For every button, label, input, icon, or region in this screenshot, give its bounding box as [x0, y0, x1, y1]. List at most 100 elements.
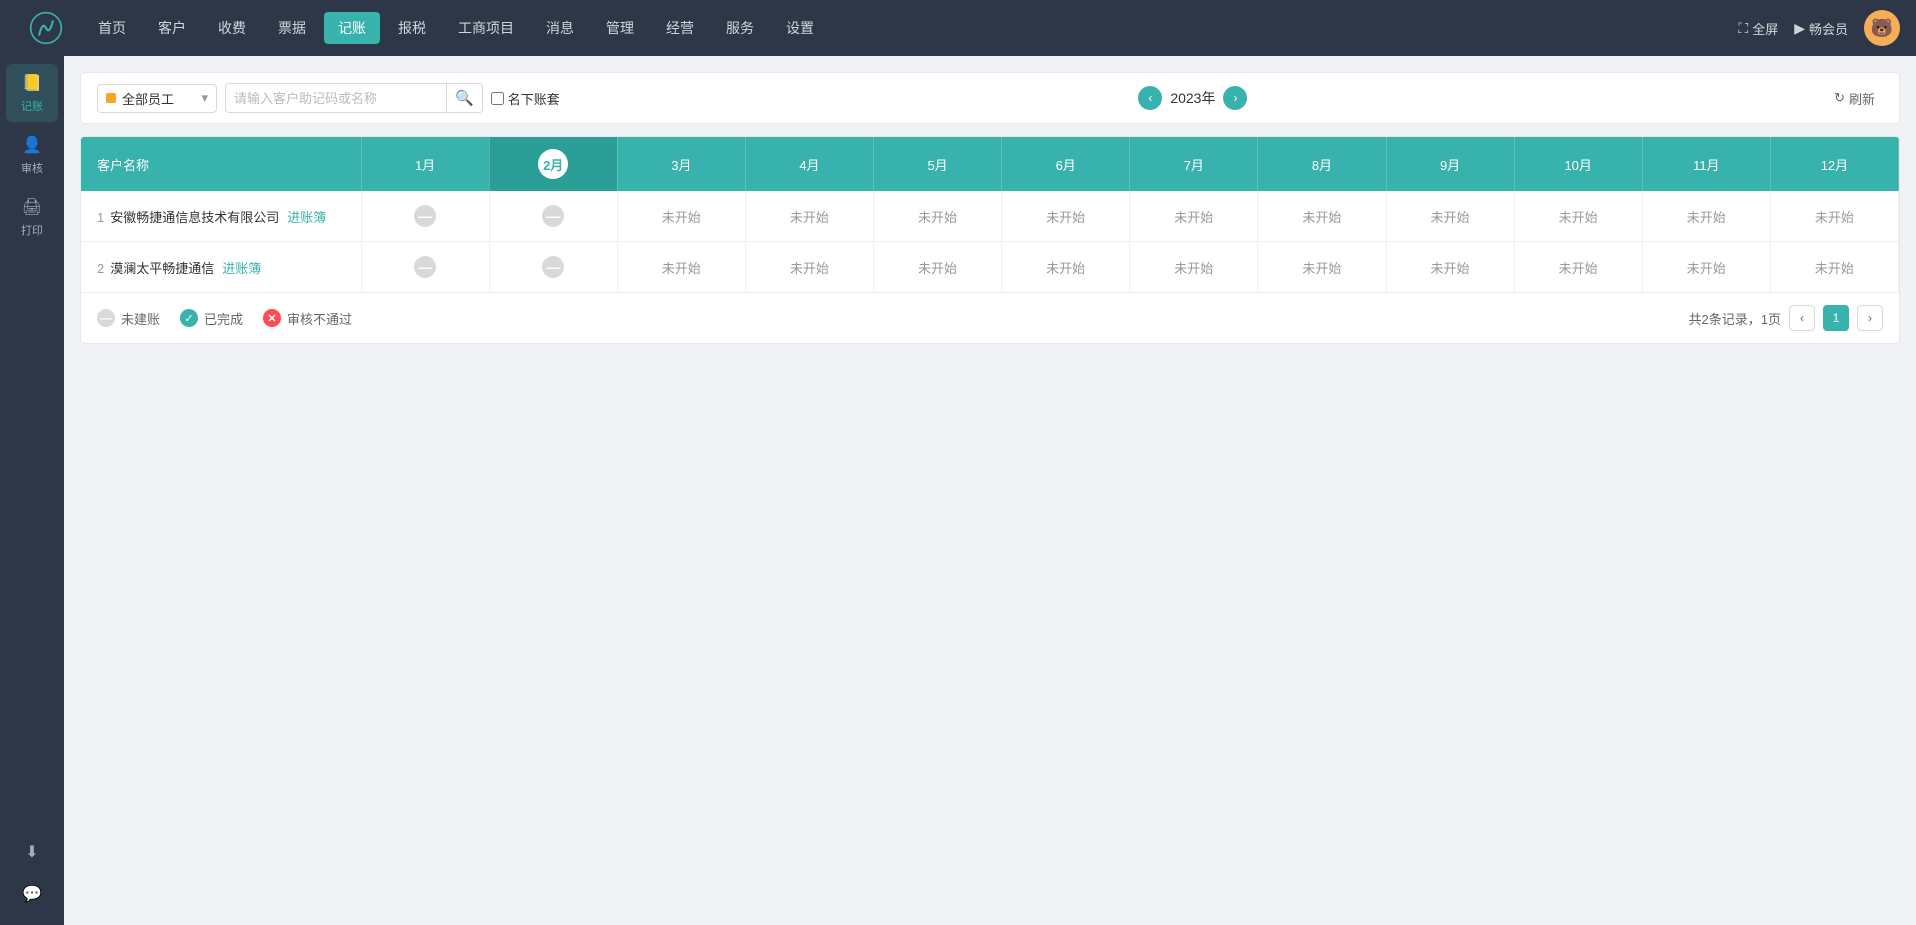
month-cell-3: 未开始: [617, 242, 745, 293]
sidebar-item-help[interactable]: 💬: [6, 875, 58, 913]
checkbox-text: 名下账套: [508, 89, 560, 108]
sidebar-label-print: 打印: [21, 222, 43, 238]
not-started-text: 未开始: [1815, 261, 1854, 276]
client-cell: 1安徽畅捷通信息技术有限公司进账簿: [81, 191, 361, 242]
sidebar-item-accounting[interactable]: 📒 记账: [6, 64, 58, 122]
checkbox-label[interactable]: 名下账套: [491, 89, 560, 108]
nav-message[interactable]: 消息: [532, 12, 588, 44]
table-header-row: 客户名称 1月 2月 3月 4月 5月 6月 7月 8月 9月 10月 11月 …: [81, 137, 1899, 191]
refresh-button[interactable]: ↻ 刷新: [1826, 85, 1883, 112]
fullscreen-label: 全屏: [1752, 19, 1778, 38]
nav-settings[interactable]: 设置: [772, 12, 828, 44]
col-dec: 12月: [1770, 137, 1898, 191]
not-started-text: 未开始: [1815, 210, 1854, 225]
sidebar-item-print[interactable]: 🖨 打印: [6, 188, 58, 246]
legend-completed: ✓ 已完成: [180, 309, 243, 328]
left-sidebar: 📒 记账 👤 审核 🖨 打印 ⬇ 💬: [0, 56, 64, 925]
prev-page-button[interactable]: ‹: [1789, 305, 1815, 331]
not-started-text: 未开始: [1174, 261, 1213, 276]
enter-link[interactable]: 进账簿: [222, 261, 261, 276]
avatar[interactable]: 🐻: [1864, 10, 1900, 46]
col-jun: 6月: [1002, 137, 1130, 191]
legend-not-built: — 未建账: [97, 309, 160, 328]
member-button[interactable]: ▶ 畅会员: [1794, 19, 1848, 38]
main-content: 全部员工 ▾ 🔍 名下账套 ‹ 2023年 › ↻ 刷新: [64, 56, 1916, 925]
not-started-text: 未开始: [790, 261, 829, 276]
month-cell-5: 未开始: [874, 191, 1002, 242]
table-container: 客户名称 1月 2月 3月 4月 5月 6月 7月 8月 9月 10月 11月 …: [80, 136, 1900, 344]
not-started-text: 未开始: [918, 210, 957, 225]
download-icon: ⬇: [21, 841, 43, 863]
row-index: 1: [97, 210, 104, 225]
search-button[interactable]: 🔍: [446, 84, 482, 112]
member-label: 畅会员: [1809, 19, 1848, 38]
month-cell-4: 未开始: [745, 242, 873, 293]
not-started-text: 未开始: [1687, 261, 1726, 276]
print-icon: 🖨: [21, 196, 43, 218]
table-row: 1安徽畅捷通信息技术有限公司进账簿——未开始未开始未开始未开始未开始未开始未开始…: [81, 191, 1899, 242]
nav-right: ⛶ 全屏 ▶ 畅会员 🐻: [1738, 10, 1900, 46]
client-cell: 2漠澜太平畅捷通信进账簿: [81, 242, 361, 293]
month-cell-7: 未开始: [1130, 242, 1258, 293]
month-cell-2: —: [489, 242, 617, 293]
search-input[interactable]: [226, 86, 446, 111]
nav-accounting[interactable]: 记账: [324, 12, 380, 44]
nav-home[interactable]: 首页: [84, 12, 140, 44]
not-started-text: 未开始: [1046, 261, 1085, 276]
nav-management[interactable]: 管理: [592, 12, 648, 44]
not-started-text: 未开始: [662, 261, 701, 276]
nav-service[interactable]: 服务: [712, 12, 768, 44]
col-may: 5月: [874, 137, 1002, 191]
sidebar-label-accounting: 记账: [21, 98, 43, 114]
client-name: 漠澜太平畅捷通信: [110, 261, 214, 276]
enter-link[interactable]: 进账簿: [287, 210, 326, 225]
chevron-down-icon: ▾: [201, 90, 208, 106]
my-accounts-checkbox[interactable]: [491, 92, 504, 105]
col-jan: 1月: [361, 137, 489, 191]
nav-fee[interactable]: 收费: [204, 12, 260, 44]
sidebar-item-audit[interactable]: 👤 审核: [6, 126, 58, 184]
pagination: 共2条记录，1页 ‹ 1 ›: [1689, 305, 1883, 331]
not-started-text: 未开始: [1431, 210, 1470, 225]
audit-icon: 👤: [21, 134, 43, 156]
nav-customer[interactable]: 客户: [144, 12, 200, 44]
month-cell-12: 未开始: [1770, 242, 1898, 293]
total-records: 共2条记录，1页: [1689, 309, 1781, 328]
status-dash-icon: —: [414, 256, 436, 278]
next-year-button[interactable]: ›: [1223, 86, 1247, 110]
nav-business[interactable]: 工商项目: [444, 12, 528, 44]
table-row: 2漠澜太平畅捷通信进账簿——未开始未开始未开始未开始未开始未开始未开始未开始未开…: [81, 242, 1899, 293]
accounting-icon: 📒: [21, 72, 43, 94]
col-apr: 4月: [745, 137, 873, 191]
app-logo: [16, 11, 76, 45]
fullscreen-icon: ⛶: [1738, 20, 1748, 37]
sidebar-item-download[interactable]: ⬇: [6, 833, 58, 871]
nav-operation[interactable]: 经营: [652, 12, 708, 44]
not-started-text: 未开始: [1431, 261, 1470, 276]
page-1-button[interactable]: 1: [1823, 305, 1849, 331]
nav-invoice[interactable]: 票据: [264, 12, 320, 44]
prev-year-button[interactable]: ‹: [1138, 86, 1162, 110]
not-started-text: 未开始: [1687, 210, 1726, 225]
legend-failed: ✕ 审核不通过: [263, 309, 352, 328]
sidebar-label-audit: 审核: [21, 160, 43, 176]
current-month-circle: 2月: [538, 149, 568, 179]
fullscreen-button[interactable]: ⛶ 全屏: [1738, 19, 1778, 38]
month-cell-1: —: [361, 242, 489, 293]
month-cell-9: 未开始: [1386, 242, 1514, 293]
next-page-button[interactable]: ›: [1857, 305, 1883, 331]
employee-label: 全部员工: [122, 89, 174, 108]
page-footer: — 未建账 ✓ 已完成 ✕ 审核不通过 共2条记录，1页 ‹ 1 ›: [81, 292, 1899, 343]
year-nav: ‹ 2023年 ›: [1138, 86, 1247, 110]
not-started-text: 未开始: [790, 210, 829, 225]
col-mar: 3月: [617, 137, 745, 191]
month-cell-12: 未开始: [1770, 191, 1898, 242]
employee-select[interactable]: 全部员工 ▾: [97, 84, 217, 113]
search-wrap: 🔍: [225, 83, 483, 113]
col-feb: 2月: [489, 137, 617, 191]
col-nov: 11月: [1642, 137, 1770, 191]
nav-tax[interactable]: 报税: [384, 12, 440, 44]
month-cell-10: 未开始: [1514, 242, 1642, 293]
table-body: 1安徽畅捷通信息技术有限公司进账簿——未开始未开始未开始未开始未开始未开始未开始…: [81, 191, 1899, 292]
check-icon: ✓: [180, 309, 198, 327]
